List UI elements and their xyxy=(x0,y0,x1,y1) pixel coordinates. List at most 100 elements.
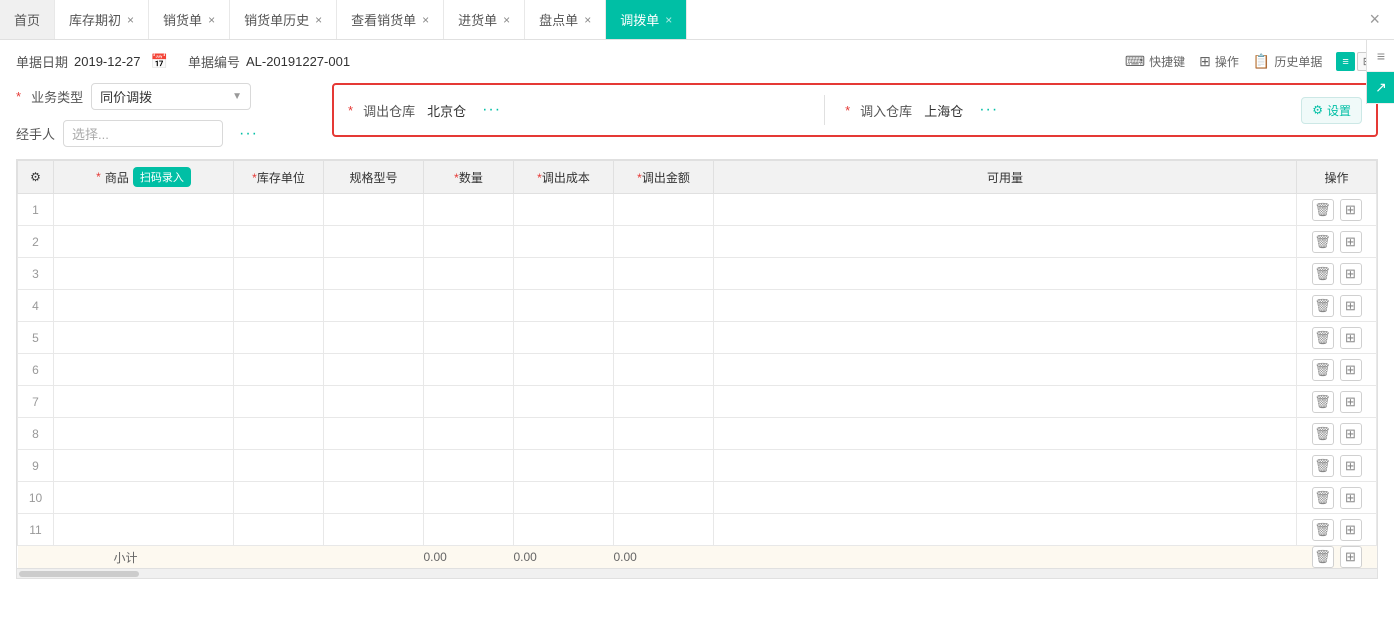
window-close-button[interactable]: × xyxy=(1355,0,1394,39)
tab-inventory-init-close[interactable]: × xyxy=(127,14,134,26)
row-8-delete-icon[interactable]: 🗑 xyxy=(1312,423,1334,445)
row-3-transfer-amount[interactable] xyxy=(614,258,714,290)
row-5-delete-icon[interactable]: 🗑 xyxy=(1312,327,1334,349)
row-8-product[interactable] xyxy=(54,418,234,450)
row-10-transfer-cost[interactable] xyxy=(514,482,614,514)
row-6-delete-icon[interactable]: 🗑 xyxy=(1312,359,1334,381)
tab-sales-order[interactable]: 销货单 × xyxy=(149,0,230,39)
row-3-quantity[interactable] xyxy=(424,258,514,290)
row-4-quantity[interactable] xyxy=(424,290,514,322)
row-10-quantity[interactable] xyxy=(424,482,514,514)
row-6-transfer-amount[interactable] xyxy=(614,354,714,386)
row-3-product[interactable] xyxy=(54,258,234,290)
row-9-transfer-amount[interactable] xyxy=(614,450,714,482)
tab-home[interactable]: 首页 xyxy=(0,0,55,39)
subtotal-delete-icon[interactable]: 🗑 xyxy=(1312,546,1334,568)
row-10-available[interactable] xyxy=(714,482,1297,514)
row-4-unit[interactable] xyxy=(234,290,324,322)
person-select[interactable]: 选择... xyxy=(63,120,223,147)
row-7-unit[interactable] xyxy=(234,386,324,418)
subtotal-copy-icon[interactable]: ⊞ xyxy=(1340,546,1362,568)
transfer-out-dots[interactable]: ··· xyxy=(482,101,501,119)
row-5-spec[interactable] xyxy=(324,322,424,354)
row-11-product[interactable] xyxy=(54,514,234,546)
tab-transfer-order[interactable]: 调拨单 × xyxy=(606,0,687,39)
col-settings[interactable]: ⚙ xyxy=(18,161,54,194)
row-8-quantity[interactable] xyxy=(424,418,514,450)
tab-view-sales-close[interactable]: × xyxy=(422,14,429,26)
row-2-available[interactable] xyxy=(714,226,1297,258)
row-3-copy-icon[interactable]: ⊞ xyxy=(1340,263,1362,285)
row-1-delete-icon[interactable]: 🗑 xyxy=(1312,199,1334,221)
tab-inventory-count-close[interactable]: × xyxy=(584,14,591,26)
row-6-quantity[interactable] xyxy=(424,354,514,386)
row-7-delete-icon[interactable]: 🗑 xyxy=(1312,391,1334,413)
row-8-copy-icon[interactable]: ⊞ xyxy=(1340,423,1362,445)
row-7-spec[interactable] xyxy=(324,386,424,418)
row-11-unit[interactable] xyxy=(234,514,324,546)
row-7-product[interactable] xyxy=(54,386,234,418)
row-7-transfer-cost[interactable] xyxy=(514,386,614,418)
row-2-copy-icon[interactable]: ⊞ xyxy=(1340,231,1362,253)
row-10-unit[interactable] xyxy=(234,482,324,514)
row-4-copy-icon[interactable]: ⊞ xyxy=(1340,295,1362,317)
transfer-in-dots[interactable]: ··· xyxy=(979,101,998,119)
horizontal-scrollbar[interactable] xyxy=(17,568,1377,578)
row-1-product[interactable] xyxy=(54,194,234,226)
shortcuts-button[interactable]: ⌨ 快捷键 xyxy=(1125,53,1185,70)
tab-sales-order-close[interactable]: × xyxy=(208,14,215,26)
row-6-available[interactable] xyxy=(714,354,1297,386)
row-4-transfer-amount[interactable] xyxy=(614,290,714,322)
row-9-available[interactable] xyxy=(714,450,1297,482)
row-8-transfer-cost[interactable] xyxy=(514,418,614,450)
tab-purchase-order-close[interactable]: × xyxy=(503,14,510,26)
row-9-delete-icon[interactable]: 🗑 xyxy=(1312,455,1334,477)
row-11-quantity[interactable] xyxy=(424,514,514,546)
row-4-spec[interactable] xyxy=(324,290,424,322)
row-8-available[interactable] xyxy=(714,418,1297,450)
row-1-quantity[interactable] xyxy=(424,194,514,226)
row-5-copy-icon[interactable]: ⊞ xyxy=(1340,327,1362,349)
row-7-available[interactable] xyxy=(714,386,1297,418)
row-10-spec[interactable] xyxy=(324,482,424,514)
row-5-transfer-cost[interactable] xyxy=(514,322,614,354)
row-9-copy-icon[interactable]: ⊞ xyxy=(1340,455,1362,477)
row-2-unit[interactable] xyxy=(234,226,324,258)
row-1-transfer-amount[interactable] xyxy=(614,194,714,226)
row-5-transfer-amount[interactable] xyxy=(614,322,714,354)
scroll-thumb[interactable] xyxy=(19,571,139,577)
row-6-copy-icon[interactable]: ⊞ xyxy=(1340,359,1362,381)
row-4-available[interactable] xyxy=(714,290,1297,322)
row-2-delete-icon[interactable]: 🗑 xyxy=(1312,231,1334,253)
row-11-delete-icon[interactable]: 🗑 xyxy=(1312,519,1334,541)
tab-transfer-order-close[interactable]: × xyxy=(665,14,672,26)
row-5-available[interactable] xyxy=(714,322,1297,354)
tab-sales-history-close[interactable]: × xyxy=(315,14,322,26)
row-4-transfer-cost[interactable] xyxy=(514,290,614,322)
scan-button[interactable]: 扫码录入 xyxy=(133,167,191,187)
row-1-unit[interactable] xyxy=(234,194,324,226)
row-8-transfer-amount[interactable] xyxy=(614,418,714,450)
side-export-button[interactable]: ↗ xyxy=(1367,72,1394,104)
row-11-available[interactable] xyxy=(714,514,1297,546)
row-10-transfer-amount[interactable] xyxy=(614,482,714,514)
row-9-transfer-cost[interactable] xyxy=(514,450,614,482)
tab-inventory-count[interactable]: 盘点单 × xyxy=(525,0,606,39)
row-7-copy-icon[interactable]: ⊞ xyxy=(1340,391,1362,413)
row-10-delete-icon[interactable]: 🗑 xyxy=(1312,487,1334,509)
settings-button[interactable]: ⚙ 设置 xyxy=(1301,97,1362,124)
row-9-quantity[interactable] xyxy=(424,450,514,482)
row-6-unit[interactable] xyxy=(234,354,324,386)
row-11-transfer-cost[interactable] xyxy=(514,514,614,546)
row-1-copy-icon[interactable]: ⊞ xyxy=(1340,199,1362,221)
row-11-transfer-amount[interactable] xyxy=(614,514,714,546)
row-3-spec[interactable] xyxy=(324,258,424,290)
row-6-transfer-cost[interactable] xyxy=(514,354,614,386)
row-3-available[interactable] xyxy=(714,258,1297,290)
row-1-spec[interactable] xyxy=(324,194,424,226)
row-2-product[interactable] xyxy=(54,226,234,258)
row-10-copy-icon[interactable]: ⊞ xyxy=(1340,487,1362,509)
row-3-unit[interactable] xyxy=(234,258,324,290)
row-7-quantity[interactable] xyxy=(424,386,514,418)
row-6-spec[interactable] xyxy=(324,354,424,386)
